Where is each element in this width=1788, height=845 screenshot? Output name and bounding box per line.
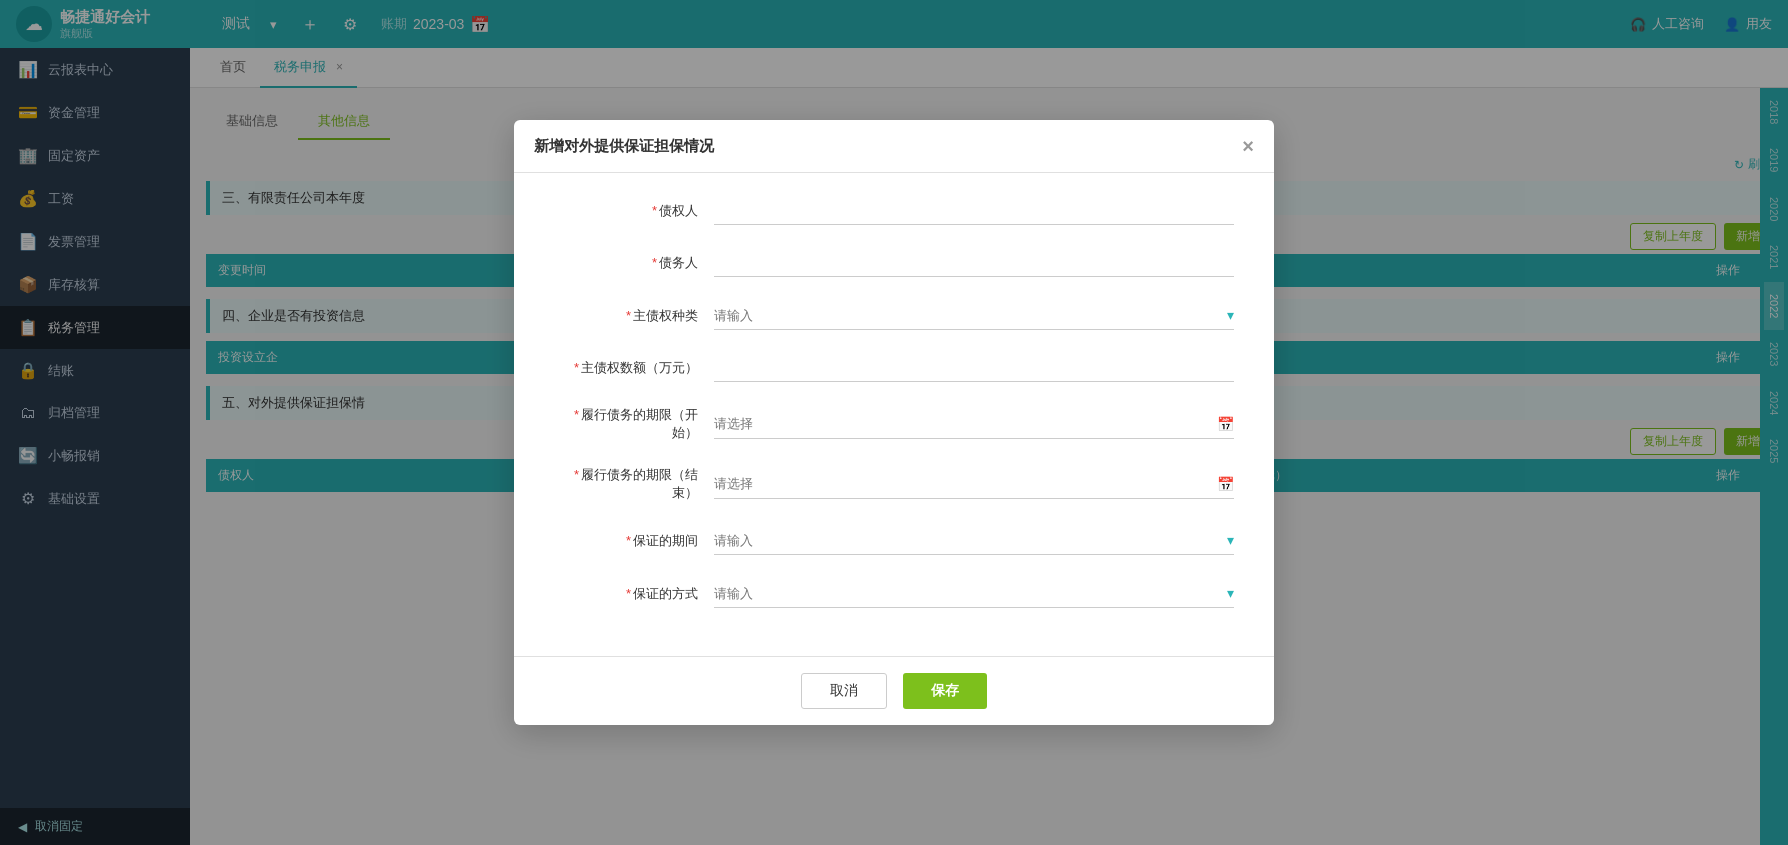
claim-amount-input[interactable] [714,354,1234,382]
cancel-button[interactable]: 取消 [801,673,887,709]
creditor-label: *债权人 [554,202,714,220]
claim-type-label: *主债权种类 [554,307,714,325]
modal-footer: 取消 保存 [514,656,1274,725]
claim-amount-label: *主债权数额（万元） [554,359,714,377]
modal-close-button[interactable]: × [1242,136,1254,156]
claim-type-input[interactable] [714,308,1227,323]
period-end-input[interactable] [714,476,1217,491]
form-row-debtor: *债务人 [554,249,1234,277]
form-row-guarantee-period: *保证的期间 ▾ [554,526,1234,555]
claim-type-select[interactable]: ▾ [714,301,1234,330]
modal-body: *债权人 *债务人 *主债权种类 ▾ [514,173,1274,656]
debtor-input[interactable] [714,249,1234,277]
form-row-period-end: *履行债务的期限（结束） 📅 [554,466,1234,502]
calendar-end-icon[interactable]: 📅 [1217,476,1234,492]
form-row-guarantee-method: *保证的方式 ▾ [554,579,1234,608]
modal-title: 新增对外提供保证担保情况 [534,137,714,156]
modal-dialog: 新增对外提供保证担保情况 × *债权人 *债务人 *主债权种类 [514,120,1274,725]
claim-type-arrow-icon[interactable]: ▾ [1227,307,1234,323]
modal-header: 新增对外提供保证担保情况 × [514,120,1274,173]
period-start-input[interactable] [714,416,1217,431]
form-row-period-start: *履行债务的期限（开始） 📅 [554,406,1234,442]
form-row-creditor: *债权人 [554,197,1234,225]
period-start-label: *履行债务的期限（开始） [554,406,714,442]
creditor-input[interactable] [714,197,1234,225]
guarantee-method-select[interactable]: ▾ [714,579,1234,608]
guarantee-method-label: *保证的方式 [554,585,714,603]
guarantee-period-select[interactable]: ▾ [714,526,1234,555]
guarantee-period-arrow-icon[interactable]: ▾ [1227,532,1234,548]
guarantee-period-label: *保证的期间 [554,532,714,550]
save-button[interactable]: 保存 [903,673,987,709]
form-row-claim-amount: *主债权数额（万元） [554,354,1234,382]
form-row-claim-type: *主债权种类 ▾ [554,301,1234,330]
period-start-date[interactable]: 📅 [714,410,1234,439]
guarantee-method-input[interactable] [714,586,1227,601]
guarantee-period-input[interactable] [714,533,1227,548]
modal-overlay: 新增对外提供保证担保情况 × *债权人 *债务人 *主债权种类 [0,0,1788,845]
debtor-label: *债务人 [554,254,714,272]
calendar-start-icon[interactable]: 📅 [1217,416,1234,432]
period-end-date[interactable]: 📅 [714,470,1234,499]
guarantee-method-arrow-icon[interactable]: ▾ [1227,585,1234,601]
period-end-label: *履行债务的期限（结束） [554,466,714,502]
